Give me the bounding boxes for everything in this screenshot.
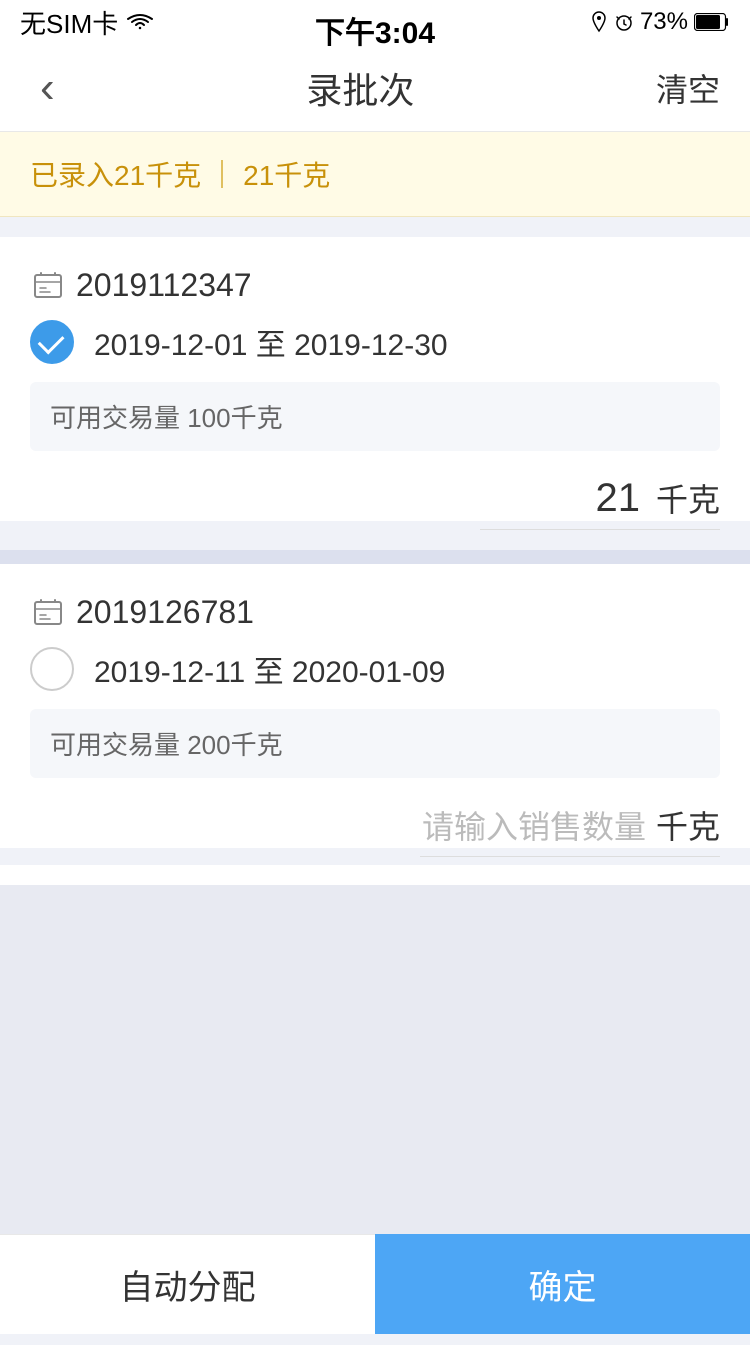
batch1-amount-wrapper: 21 千克 <box>30 475 720 521</box>
batch2-radio[interactable] <box>30 647 74 691</box>
batch1-icon <box>30 268 66 304</box>
batch2-input-divider <box>420 856 720 857</box>
clear-button[interactable]: 清空 <box>656 65 720 111</box>
time-display: 下午3:04 <box>315 8 435 52</box>
carrier-text: 无SIM卡 <box>20 4 118 41</box>
batch1-amount-unit: 千克 <box>656 475 720 521</box>
auto-distribute-button[interactable]: 自动分配 <box>0 1234 375 1334</box>
batch1-bottom-divider <box>0 550 750 564</box>
batch2-card: 2019126781 2019-12-11 至 2020-01-09 可用交易量… <box>0 564 750 778</box>
batch2-input-placeholder[interactable]: 请输入销售数量 <box>30 802 646 848</box>
info-banner: 已录入21千克 21千克 <box>0 132 750 217</box>
batch1-header: 2019112347 <box>30 267 720 304</box>
wifi-icon <box>126 12 154 32</box>
batch2-card-bottom <box>0 865 750 885</box>
batch2-id: 2019126781 <box>76 594 254 631</box>
batch1-radio[interactable] <box>30 320 74 364</box>
batch1-amount-value: 21 <box>595 476 640 521</box>
location-icon <box>590 11 608 33</box>
batch1-card: 2019112347 2019-12-01 至 2019-12-30 可用交易量… <box>0 237 750 451</box>
total-amount: 21千克 <box>243 154 330 194</box>
status-right: 73% <box>590 8 730 36</box>
batch2-input-unit: 千克 <box>656 802 720 848</box>
batch1-date: 2019-12-01 至 2019-12-30 <box>94 320 448 364</box>
batch2-header: 2019126781 <box>30 594 720 631</box>
info-divider <box>221 160 223 188</box>
gray-area <box>0 885 750 1245</box>
back-button[interactable]: ‹ <box>30 53 65 123</box>
battery-icon <box>694 13 730 31</box>
batch1-amount-row: 21 千克 <box>0 451 750 521</box>
batch1-avail: 可用交易量 100千克 <box>30 382 720 451</box>
batch2-avail: 可用交易量 200千克 <box>30 709 720 778</box>
nav-title: 录批次 <box>306 62 414 114</box>
status-bar: 无SIM卡 下午3:04 73% <box>0 0 750 44</box>
batch2-date: 2019-12-11 至 2020-01-09 <box>94 647 445 691</box>
bottom-bar: 自动分配 确定 <box>0 1234 750 1334</box>
batch1-date-row: 2019-12-01 至 2019-12-30 <box>30 320 720 364</box>
batch1-id: 2019112347 <box>76 267 252 304</box>
battery-percent: 73% <box>640 8 688 36</box>
nav-bar: ‹ 录批次 清空 <box>0 44 750 132</box>
batch1-amount-divider <box>480 529 720 530</box>
batch2-date-row: 2019-12-11 至 2020-01-09 <box>30 647 720 691</box>
recorded-amount: 已录入21千克 <box>30 154 201 194</box>
confirm-button[interactable]: 确定 <box>375 1234 750 1334</box>
batch2-input-row: 请输入销售数量 千克 <box>0 778 750 848</box>
batch2-icon <box>30 595 66 631</box>
alarm-icon <box>614 12 634 32</box>
status-left: 无SIM卡 <box>20 4 154 41</box>
